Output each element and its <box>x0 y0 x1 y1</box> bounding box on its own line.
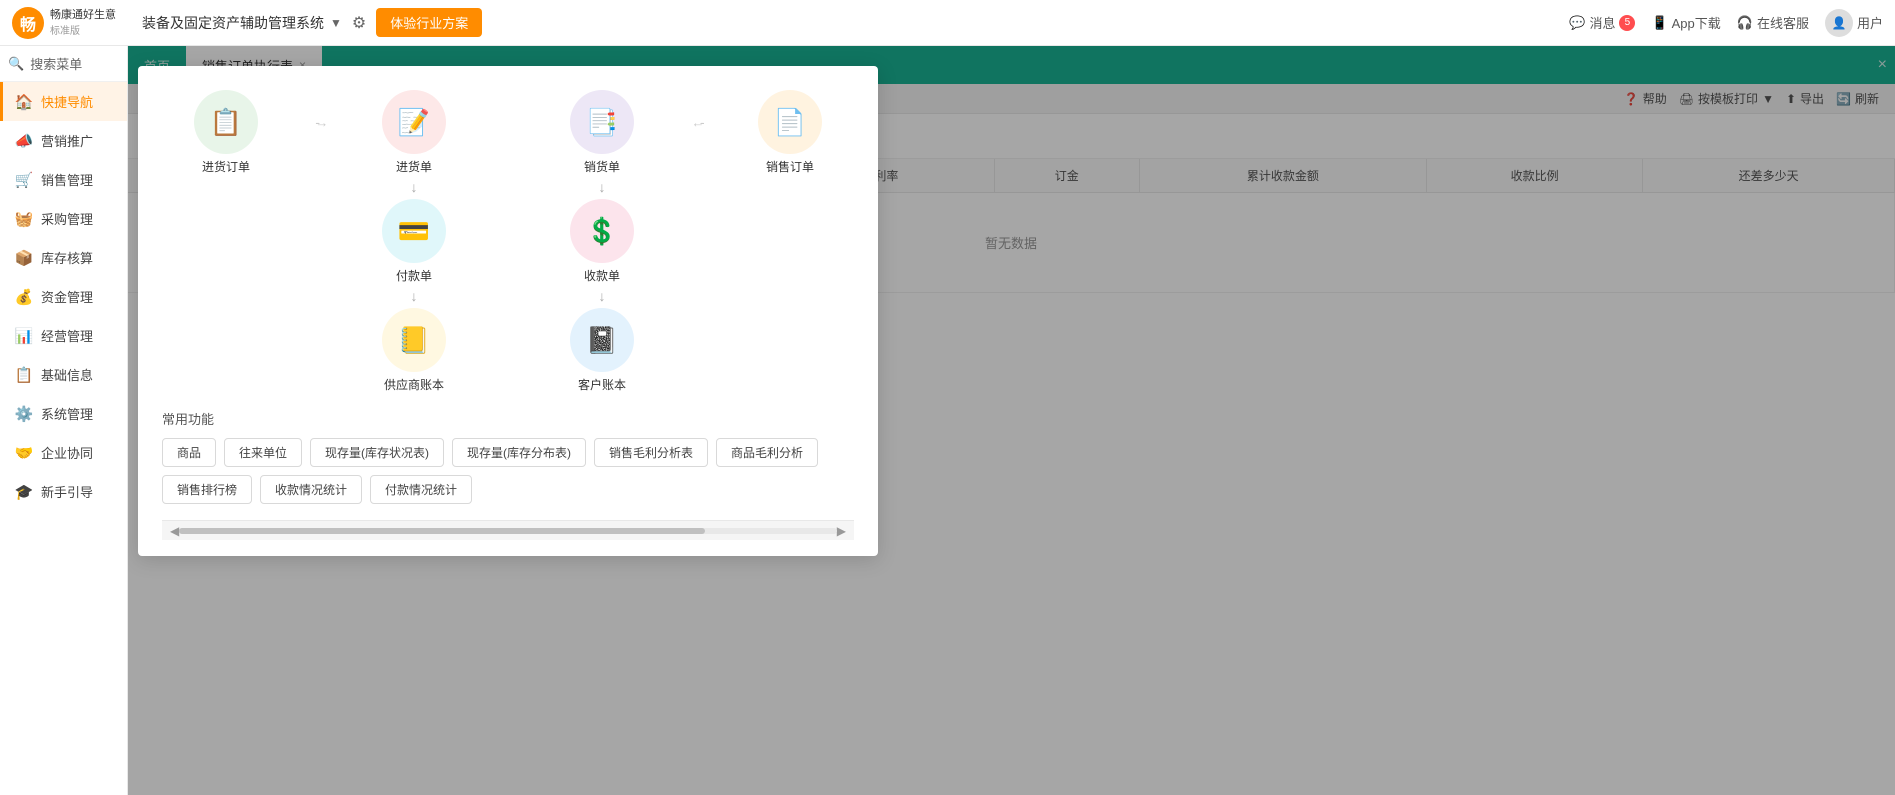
marketing-icon: 📣 <box>15 132 33 150</box>
sidebar-item-purchase[interactable]: 🧺 采购管理 <box>0 199 127 238</box>
flow-node-supplier-ledger[interactable]: 📒 供应商账本 <box>350 308 478 393</box>
sidebar-item-marketing[interactable]: 📣 营销推广 <box>0 121 127 160</box>
scroll-track[interactable] <box>179 528 837 534</box>
service-icon: 🎧 <box>1737 15 1753 31</box>
func-btn-stock-dist[interactable]: 现存量(库存分布表) <box>452 438 586 467</box>
settings-button[interactable]: ⚙ <box>352 13 366 33</box>
receipt-label: 收款单 <box>584 267 620 284</box>
avatar: 👤 <box>1825 9 1853 37</box>
sidebar-item-operations[interactable]: 📊 经营管理 <box>0 316 127 355</box>
sidebar: 🔍 搜索菜单 🏠 快捷导航 📣 营销推广 🛒 销售管理 🧺 采购管理 📦 <box>0 46 128 795</box>
flow-node-purchase-order[interactable]: 📋 进货订单 <box>162 90 290 175</box>
payment-icon: 💳 <box>382 199 446 263</box>
purchase-icon: 🧺 <box>15 210 33 228</box>
func-btn-product-profit[interactable]: 商品毛利分析 <box>716 438 818 467</box>
sidebar-item-finance[interactable]: 💰 资金管理 <box>0 277 127 316</box>
common-functions: 常用功能 商品 往来单位 现存量(库存状况表) 现存量(库存分布表) 销售毛利分… <box>162 409 854 504</box>
sidebar-item-basicinfo[interactable]: 📋 基础信息 <box>0 355 127 394</box>
app-icon: 📱 <box>1651 15 1667 31</box>
online-service-item[interactable]: 🎧 在线客服 <box>1737 13 1809 32</box>
flow-node-sales-order[interactable]: 📄 销售订单 <box>726 90 854 175</box>
sidebar-item-shortcuts[interactable]: 🏠 快捷导航 <box>0 82 127 121</box>
sidebar-item-newbie[interactable]: 🎓 新手引导 <box>0 472 127 511</box>
flow-node-receipt[interactable]: 💲 收款单 <box>538 199 666 284</box>
common-title: 常用功能 <box>162 409 854 428</box>
logo-area: 畅 畅康通好生意 标准版 <box>12 7 132 39</box>
purchase-bill-label: 进货单 <box>396 158 432 175</box>
content-area: 首页 销售订单执行表 × × ❓ 帮助 🖨 按模板打印 ▼ <box>128 46 1895 795</box>
customer-ledger-label: 客户账本 <box>578 376 626 393</box>
scroll-right-btn[interactable]: ▶ <box>837 524 846 538</box>
collaboration-icon: 🤝 <box>15 444 33 462</box>
func-btn-stock-status[interactable]: 现存量(库存状况表) <box>310 438 444 467</box>
sales-bill-label: 销货单 <box>584 158 620 175</box>
flow-node-sales-bill[interactable]: 📑 销货单 <box>538 90 666 175</box>
purchase-bill-icon: 📝 <box>382 90 446 154</box>
payment-label: 付款单 <box>396 267 432 284</box>
trial-button[interactable]: 体验行业方案 <box>376 8 482 37</box>
message-icon: 💬 <box>1569 15 1585 31</box>
operations-icon: 📊 <box>15 327 33 345</box>
logo-sub: 标准版 <box>50 22 116 37</box>
sales-order-icon: 📄 <box>758 90 822 154</box>
sidebar-item-collaboration[interactable]: 🤝 企业协同 <box>0 433 127 472</box>
func-btn-payment-stats[interactable]: 付款情况统计 <box>370 475 472 504</box>
message-badge: 5 <box>1619 15 1635 31</box>
shortcuts-icon: 🏠 <box>15 93 33 111</box>
sales-order-label: 销售订单 <box>766 158 814 175</box>
basicinfo-icon: 📋 <box>15 366 33 384</box>
system-title: 装备及固定资产辅助管理系统 ▼ <box>142 13 342 33</box>
newbie-icon: 🎓 <box>15 483 33 501</box>
modal-overlay[interactable]: 📋 进货订单 - - - → 📝 进货单 <box>128 46 1895 795</box>
system-icon: ⚙️ <box>15 405 33 423</box>
scroll-thumb <box>179 528 705 534</box>
logo-icon: 畅 <box>12 7 44 39</box>
system-dropdown-btn[interactable]: ▼ <box>330 16 342 30</box>
quick-guide-modal: 📋 进货订单 - - - → 📝 进货单 <box>138 66 878 556</box>
func-btn-sales-profit[interactable]: 销售毛利分析表 <box>594 438 708 467</box>
customer-ledger-icon: 📓 <box>570 308 634 372</box>
purchase-order-label: 进货订单 <box>202 158 250 175</box>
scroll-left-btn[interactable]: ◀ <box>170 524 179 538</box>
func-btn-contacts[interactable]: 往来单位 <box>224 438 302 467</box>
func-btn-receipt-stats[interactable]: 收款情况统计 <box>260 475 362 504</box>
receipt-icon: 💲 <box>570 199 634 263</box>
supplier-ledger-label: 供应商账本 <box>384 376 444 393</box>
app-download-item[interactable]: 📱 App下载 <box>1651 13 1720 32</box>
supplier-ledger-icon: 📒 <box>382 308 446 372</box>
finance-icon: 💰 <box>15 288 33 306</box>
sidebar-search[interactable]: 🔍 搜索菜单 <box>0 46 127 82</box>
search-icon: 🔍 <box>8 56 24 72</box>
purchase-order-icon: 📋 <box>194 90 258 154</box>
func-buttons: 商品 往来单位 现存量(库存状况表) 现存量(库存分布表) 销售毛利分析表 商品… <box>162 438 854 467</box>
flow-node-customer-ledger[interactable]: 📓 客户账本 <box>538 308 666 393</box>
logo-text: 畅康通好生意 <box>50 8 116 22</box>
sidebar-item-system[interactable]: ⚙️ 系统管理 <box>0 394 127 433</box>
func-btn-product[interactable]: 商品 <box>162 438 216 467</box>
func-buttons-row2: 销售排行榜 收款情况统计 付款情况统计 <box>162 475 854 504</box>
func-btn-sales-ranking[interactable]: 销售排行榜 <box>162 475 252 504</box>
inventory-icon: 📦 <box>15 249 33 267</box>
flow-node-payment[interactable]: 💳 付款单 <box>350 199 478 284</box>
top-right: 💬 消息 5 📱 App下载 🎧 在线客服 👤 用户 <box>1569 9 1883 37</box>
scroll-bar-area: ◀ ▶ <box>162 520 854 540</box>
sales-icon: 🛒 <box>15 171 33 189</box>
sales-bill-icon: 📑 <box>570 90 634 154</box>
user-item[interactable]: 👤 用户 <box>1825 9 1883 37</box>
sidebar-item-inventory[interactable]: 📦 库存核算 <box>0 238 127 277</box>
message-item[interactable]: 💬 消息 5 <box>1569 13 1635 32</box>
flow-node-purchase-bill[interactable]: 📝 进货单 <box>350 90 478 175</box>
sidebar-item-sales[interactable]: 🛒 销售管理 <box>0 160 127 199</box>
